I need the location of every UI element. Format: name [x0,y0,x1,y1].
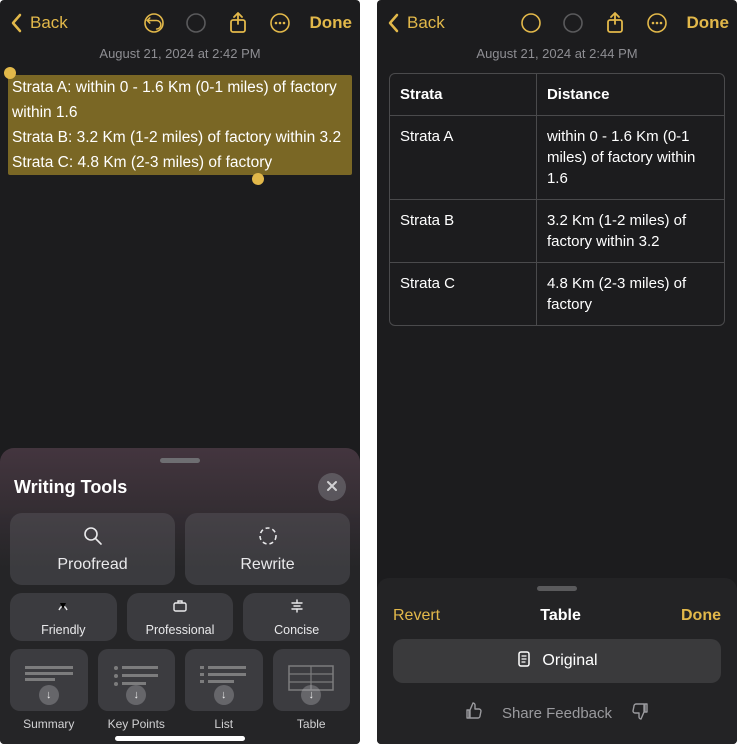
magnifier-check-icon [82,525,104,552]
keypoints-label: Key Points [98,717,176,731]
table-header-row: Strata Distance [390,74,724,115]
back-label: Back [407,13,445,33]
concise-label: Concise [274,623,319,637]
selected-line: Strata B: 3.2 Km (1-2 miles) of factory … [12,125,348,150]
friendly-icon [55,598,71,617]
undo-icon[interactable] [519,11,543,35]
text-selection[interactable]: Strata A: within 0 - 1.6 Km (0-1 miles) … [8,75,352,175]
download-icon: ↓ [126,685,146,705]
proofread-button[interactable]: Proofread [10,513,175,585]
professional-label: Professional [146,623,215,637]
table-row: Strata A within 0 - 1.6 Km (0-1 miles) o… [390,115,724,199]
rewrite-label: Rewrite [240,556,294,574]
feedback-label[interactable]: Share Feedback [502,705,612,722]
original-button[interactable]: Original [393,639,721,683]
nav-actions: Done [142,11,353,35]
rewrite-button[interactable]: Rewrite [185,513,350,585]
more-icon[interactable] [268,11,292,35]
more-icon[interactable] [645,11,669,35]
writing-tools-sheet: Writing Tools Proofread Rewrite [0,448,360,744]
table-row: Strata B 3.2 Km (1-2 miles) of factory w… [390,199,724,262]
professional-button[interactable]: Professional [127,593,234,641]
close-icon [326,479,338,495]
thumbs-down-icon[interactable] [630,701,650,725]
download-icon: ↓ [301,685,321,705]
summary-thumb[interactable]: ↓ [10,649,88,711]
sheet-grabber[interactable] [537,586,577,591]
document-icon [516,650,534,673]
mode-title: Table [540,607,581,625]
close-button[interactable] [318,473,346,501]
cell-strata: Strata A [390,116,537,199]
cell-strata: Strata C [390,263,537,325]
concise-icon [289,598,305,617]
proofread-label: Proofread [57,556,127,574]
done-button[interactable]: Done [310,13,353,33]
nav-bar: Back Done [0,0,360,42]
selected-text: Strata A: within 0 - 1.6 Km (0-1 miles) … [8,75,352,175]
download-icon: ↓ [39,685,59,705]
chevron-left-icon [381,11,405,35]
share-icon[interactable] [226,11,250,35]
selected-line: Strata A: within 0 - 1.6 Km (0-1 miles) … [12,75,348,125]
list-label: List [185,717,263,731]
list-thumb[interactable]: ↓ [185,649,263,711]
friendly-label: Friendly [41,623,85,637]
table-row: Strata C 4.8 Km (2-3 miles) of factory [390,262,724,325]
original-label: Original [542,652,597,670]
cell-distance: within 0 - 1.6 Km (0-1 miles) of factory… [537,116,724,199]
selection-handle-end[interactable] [252,173,264,185]
result-sheet: Revert Table Done Original Share Feedbac… [377,578,737,744]
nav-bar: Back Done [377,0,737,42]
done-button[interactable]: Done [687,13,730,33]
selection-handle-start[interactable] [4,67,16,79]
concise-button[interactable]: Concise [243,593,350,641]
thumbs-up-icon[interactable] [464,701,484,725]
rewrite-icon [257,525,279,552]
sheet-grabber[interactable] [160,458,200,463]
note-body[interactable]: Strata A: within 0 - 1.6 Km (0-1 miles) … [0,61,360,183]
briefcase-icon [172,598,188,617]
download-icon: ↓ [214,685,234,705]
right-screenshot: Back Done August 21, 2024 at 2:44 PM Str… [377,0,737,744]
nav-actions: Done [519,11,730,35]
redo-icon [561,11,585,35]
undo-icon[interactable] [142,11,166,35]
back-button[interactable]: Back [4,11,68,35]
table-label: Table [273,717,351,731]
home-indicator[interactable] [115,736,245,741]
left-screenshot: Back Done August 21, 2024 at 2:42 PM Str… [0,0,360,744]
sheet-title: Writing Tools [14,477,127,498]
cell-distance: 3.2 Km (1-2 miles) of factory within 3.2 [537,200,724,262]
done-button[interactable]: Done [681,607,721,625]
chevron-left-icon [4,11,28,35]
keypoints-thumb[interactable]: ↓ [98,649,176,711]
note-timestamp: August 21, 2024 at 2:44 PM [377,46,737,61]
cell-distance: 4.8 Km (2-3 miles) of factory [537,263,724,325]
redo-icon [184,11,208,35]
feedback-row: Share Feedback [377,701,737,725]
col-header-distance: Distance [537,74,724,115]
note-timestamp: August 21, 2024 at 2:42 PM [0,46,360,61]
back-button[interactable]: Back [381,11,445,35]
cell-strata: Strata B [390,200,537,262]
strata-table[interactable]: Strata Distance Strata A within 0 - 1.6 … [389,73,725,326]
friendly-button[interactable]: Friendly [10,593,117,641]
table-thumb[interactable]: ↓ [273,649,351,711]
selected-line: Strata C: 4.8 Km (2-3 miles) of factory [12,150,348,175]
revert-button[interactable]: Revert [393,607,440,625]
col-header-strata: Strata [390,74,537,115]
share-icon[interactable] [603,11,627,35]
back-label: Back [30,13,68,33]
summary-label: Summary [10,717,88,731]
